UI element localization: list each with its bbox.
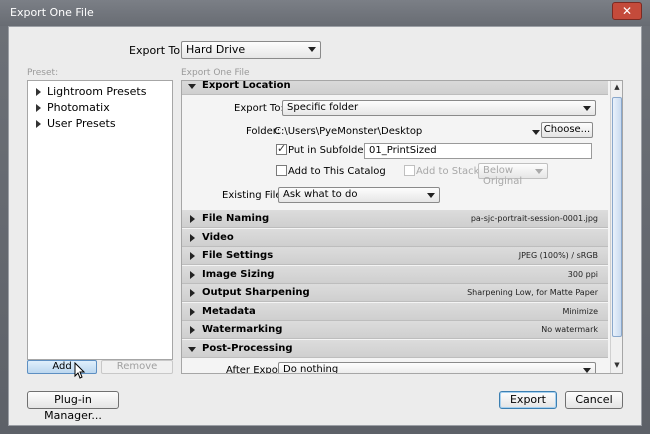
subfolder-name-field[interactable]: 01_PrintSized	[364, 143, 592, 159]
remove-preset-button[interactable]: Remove	[101, 360, 173, 374]
add-to-stack-checkbox[interactable]	[404, 165, 415, 176]
section-image-sizing[interactable]: Image Sizing 300 ppi	[182, 266, 608, 284]
add-to-stack-label: Add to Stack:	[416, 166, 483, 177]
expand-triangle-icon	[190, 215, 195, 223]
stack-position-value: Below Original	[483, 165, 523, 187]
scroll-up-icon[interactable]: ▲	[612, 83, 622, 95]
stack-position-select[interactable]: Below Original	[478, 163, 548, 187]
section-metadata[interactable]: Metadata Minimize	[182, 303, 608, 321]
section-file-settings[interactable]: File Settings JPEG (100%) / sRGB	[182, 247, 608, 265]
export-to-value: Hard Drive	[186, 43, 246, 56]
choose-folder-button[interactable]: Choose...	[541, 122, 593, 138]
expand-triangle-icon	[190, 252, 195, 260]
section-title: File Settings	[202, 250, 274, 261]
section-title: Export Location	[202, 80, 291, 91]
existing-files-value: Ask what to do	[283, 189, 358, 200]
title-bar: Export One File ✕	[0, 0, 650, 26]
preset-folder-label: Photomatix	[47, 101, 110, 114]
chevron-down-icon	[583, 106, 591, 111]
chevron-down-icon	[583, 368, 591, 373]
preset-label: Preset:	[27, 68, 59, 78]
preset-folder-label: Lightroom Presets	[47, 85, 147, 98]
export-to-label: Export To:	[129, 44, 184, 57]
put-in-subfolder-checkbox[interactable]	[276, 142, 287, 155]
folder-dropdown-icon[interactable]	[532, 130, 540, 135]
export-to-row: Export To: Hard Drive	[9, 39, 643, 63]
collapse-triangle-icon	[188, 84, 196, 89]
expand-triangle-icon	[190, 234, 195, 242]
folder-path: C:\Users\PyeMonster\Desktop	[274, 126, 423, 137]
collapse-triangle-icon	[188, 347, 196, 352]
section-output-sharpening[interactable]: Output Sharpening Sharpening Low, for Ma…	[182, 284, 608, 302]
expand-triangle-icon	[190, 326, 195, 334]
section-summary: pa-sjc-portrait-session-0001.jpg	[470, 214, 598, 223]
section-video[interactable]: Video	[182, 229, 608, 247]
after-export-value: Do nothing	[283, 364, 339, 374]
export-dialog: Export To: Hard Drive Preset: Export One…	[8, 26, 642, 426]
expand-triangle-icon[interactable]	[36, 88, 41, 96]
section-summary: Minimize	[562, 307, 598, 316]
put-in-subfolder-label: Put in Subfolder:	[288, 145, 371, 156]
expand-triangle-icon	[190, 271, 195, 279]
chevron-down-icon	[535, 169, 543, 174]
location-export-to-label: Export To:	[234, 103, 284, 114]
section-summary: No watermark	[541, 325, 598, 334]
section-title: Watermarking	[202, 324, 283, 335]
expand-triangle-icon	[190, 308, 195, 316]
location-export-to-value: Specific folder	[287, 102, 359, 113]
export-to-select[interactable]: Hard Drive	[181, 41, 321, 59]
mouse-pointer-icon	[74, 362, 86, 379]
section-post-processing[interactable]: Post-Processing	[182, 340, 608, 358]
close-icon: ✕	[621, 4, 633, 18]
chevron-down-icon	[308, 47, 316, 52]
scroll-down-icon[interactable]: ▼	[612, 361, 622, 373]
section-title: Post-Processing	[202, 343, 293, 354]
preset-folder-label: User Presets	[47, 117, 116, 130]
expand-triangle-icon	[190, 289, 195, 297]
export-settings-panel: Export Location Export To: Specific fold…	[181, 80, 623, 374]
preset-folder-user[interactable]: User Presets	[36, 117, 116, 133]
preset-folder-photomatix[interactable]: Photomatix	[36, 101, 110, 117]
existing-files-select[interactable]: Ask what to do	[278, 187, 440, 203]
section-title: Metadata	[202, 306, 256, 317]
section-title: Output Sharpening	[202, 287, 310, 298]
section-title: Video	[202, 232, 234, 243]
after-export-select[interactable]: Do nothing	[278, 362, 596, 374]
window-title: Export One File	[10, 6, 94, 19]
section-summary: Sharpening Low, for Matte Paper	[467, 288, 598, 297]
expand-triangle-icon[interactable]	[36, 104, 41, 112]
settings-scrollbar[interactable]: ▲ ▼	[610, 81, 622, 373]
plugin-manager-button[interactable]: Plug-in Manager...	[27, 391, 119, 422]
export-one-file-label: Export One File	[181, 68, 250, 78]
section-summary: JPEG (100%) / sRGB	[518, 251, 598, 260]
add-to-catalog-checkbox[interactable]	[276, 165, 287, 176]
section-title: File Naming	[202, 213, 270, 224]
cancel-button[interactable]: Cancel	[565, 391, 623, 409]
section-export-location[interactable]: Export Location	[182, 80, 608, 95]
chevron-down-icon	[427, 193, 435, 198]
location-export-to-select[interactable]: Specific folder	[282, 100, 596, 116]
preset-folder-lightroom[interactable]: Lightroom Presets	[36, 85, 146, 101]
close-button[interactable]: ✕	[612, 2, 642, 20]
expand-triangle-icon[interactable]	[36, 120, 41, 128]
preset-list: Lightroom Presets Photomatix User Preset…	[27, 80, 173, 360]
section-file-naming[interactable]: File Naming pa-sjc-portrait-session-0001…	[182, 210, 608, 228]
scroll-thumb[interactable]	[612, 97, 622, 337]
section-watermarking[interactable]: Watermarking No watermark	[182, 321, 608, 339]
section-title: Image Sizing	[202, 269, 275, 280]
export-button[interactable]: Export	[499, 391, 557, 409]
add-to-catalog-label: Add to This Catalog	[288, 166, 386, 177]
section-summary: 300 ppi	[567, 270, 598, 279]
